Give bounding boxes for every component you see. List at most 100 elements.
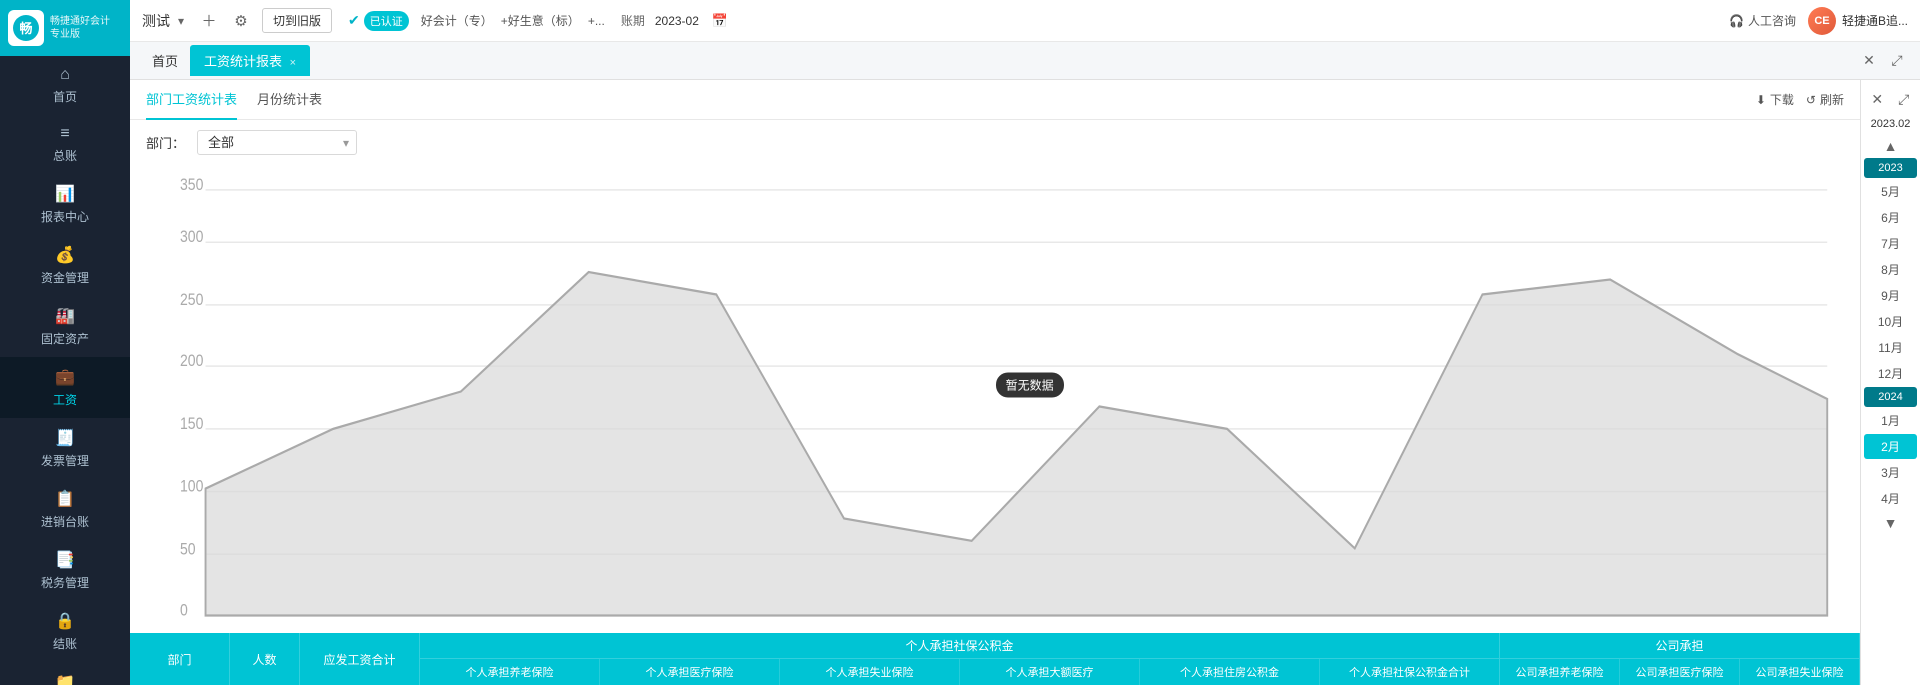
sidebar-item-salary[interactable]: 💼 工资 (0, 357, 130, 418)
certified-badge: 已认证 (364, 11, 409, 31)
home-icon: ⌂ (60, 66, 70, 84)
panel-expand-btn[interactable]: ⤢ (1894, 88, 1915, 110)
month-item-9[interactable]: 9月 (1864, 283, 1917, 308)
sidebar-item-label: 工资 (53, 391, 77, 408)
sidebar-item-label: 首页 (53, 88, 77, 105)
month-item-12[interactable]: 12月 (1864, 361, 1917, 386)
chart-svg: 0 50 100 150 200 250 300 350 (180, 175, 1840, 623)
main-content: 测试 ▾ ＋ ⚙ 切到旧版 ✔ 已认证 好会计（专） +好生意（标） +... … (130, 0, 1920, 685)
sidebar-item-label: 结账 (53, 635, 77, 652)
user-name: 轻捷通B追... (1842, 12, 1908, 29)
table-col-company-medical: 公司承担医疗保险 (1620, 659, 1740, 685)
table-col-department: 部门 (130, 633, 230, 685)
project-name: 测试 (142, 11, 170, 31)
svg-text:150: 150 (180, 415, 203, 433)
month-item-6[interactable]: 6月 (1864, 205, 1917, 230)
sidebar-item-assets[interactable]: 🏭 固定资产 (0, 296, 130, 357)
sidebar-item-label: 资金管理 (41, 269, 89, 286)
window-expand-btn[interactable]: ⤢ (1886, 50, 1908, 72)
department-label: 部门： (146, 133, 185, 152)
month-item-3[interactable]: 3月 (1864, 460, 1917, 485)
close-accounts-icon: 🔒 (55, 611, 75, 631)
sub-tab-department[interactable]: 部门工资统计表 (146, 80, 237, 120)
sidebar-logo: 畅 畅捷通好会计 专业版 (0, 0, 130, 56)
calendar-btn[interactable]: 📅 (707, 8, 733, 34)
download-icon: ⬇ (1756, 93, 1766, 107)
department-select[interactable]: 全部 (197, 130, 357, 155)
month-item-8[interactable]: 8月 (1864, 257, 1917, 282)
user-menu[interactable]: CE 轻捷通B追... (1808, 7, 1908, 35)
page-main: 部门工资统计表 月份统计表 ⬇ 下载 ↺ 刷新 部门： (130, 80, 1860, 685)
help-label: 人工咨询 (1748, 12, 1796, 29)
topbar-right: 🎧 人工咨询 CE 轻捷通B追... (1729, 7, 1908, 35)
month-item-10[interactable]: 10月 (1864, 309, 1917, 334)
right-panel: ✕ ⤢ 2023.02 ▲ 2023 5月 6月 7月 8月 9月 10月 11… (1860, 80, 1920, 685)
year-label-2024: 2024 (1864, 387, 1917, 407)
settings-btn[interactable]: ⚙ (228, 8, 254, 34)
table-col-social-fund-total: 个人承担社保公积金合计 (1320, 659, 1499, 685)
refresh-btn[interactable]: ↺ 刷新 (1806, 91, 1844, 108)
svg-text:50: 50 (180, 540, 196, 558)
table-group-company: 公司承担 公司承担养老保险 公司承担医疗保险 公司承担失业保险 (1500, 633, 1860, 685)
ledger-icon: ≡ (60, 125, 69, 143)
tab-bar: 首页 工资统计报表 × ✕ ⤢ (130, 42, 1920, 80)
tab-salary[interactable]: 工资统计报表 × (190, 45, 310, 76)
sidebar-item-archive[interactable]: 📁 归档管理 (0, 662, 130, 685)
svg-text:0: 0 (180, 602, 188, 620)
refresh-icon: ↺ (1806, 93, 1816, 107)
good-business-label: +好生意（标） (501, 12, 580, 29)
filter-bar: 部门： 全部 ▾ (130, 120, 1860, 165)
project-dropdown-btn[interactable]: ▾ (178, 14, 184, 28)
download-btn[interactable]: ⬇ 下载 (1756, 91, 1794, 108)
sidebar-item-invoice[interactable]: 🧾 发票管理 (0, 418, 130, 479)
sidebar-item-home[interactable]: ⌂ 首页 (0, 56, 130, 115)
funds-icon: 💰 (55, 245, 75, 265)
period-value: 2023-02 (655, 14, 699, 28)
user-avatar: CE (1808, 7, 1836, 35)
tab-close-btn[interactable]: × (290, 57, 296, 69)
chart-container: 0 50 100 150 200 250 300 350 (130, 165, 1860, 633)
salary-icon: 💼 (55, 367, 75, 387)
svg-text:300: 300 (180, 228, 203, 246)
date-nav-up-btn[interactable]: ▲ (1880, 134, 1902, 158)
month-item-5[interactable]: 5月 (1864, 179, 1917, 204)
month-item-2-active[interactable]: 2月 (1864, 434, 1917, 459)
table-col-unemployment: 个人承担失业保险 (780, 659, 960, 685)
sidebar-item-label: 固定资产 (41, 330, 89, 347)
sidebar: 畅 畅捷通好会计 专业版 ⌂ 首页 ≡ 总账 📊 报表中心 💰 资金管理 🏭 固… (0, 0, 130, 685)
sidebar-item-funds[interactable]: 💰 资金管理 (0, 235, 130, 296)
sub-tabs: 部门工资统计表 月份统计表 ⬇ 下载 ↺ 刷新 (130, 80, 1860, 120)
sub-tabs-right: ⬇ 下载 ↺ 刷新 (1756, 91, 1844, 108)
table-group-personal: 个人承担社保公积金 个人承担养老保险 个人承担医疗保险 个人承担失业保险 个人承… (420, 633, 1500, 685)
year-label-2023: 2023 (1864, 158, 1917, 178)
add-btn[interactable]: ＋ (196, 8, 222, 34)
sidebar-item-label: 总账 (53, 147, 77, 164)
svg-text:350: 350 (180, 176, 203, 194)
sub-tab-monthly[interactable]: 月份统计表 (257, 80, 322, 120)
help-btn[interactable]: 🎧 人工咨询 (1729, 12, 1796, 29)
window-close-btn[interactable]: ✕ (1858, 50, 1880, 72)
table-group-personal-subs: 个人承担养老保险 个人承担医疗保险 个人承担失业保险 个人承担大额医疗 个人承担… (420, 659, 1499, 685)
month-list: 2023 5月 6月 7月 8月 9月 10月 11月 12月 2024 1月 … (1861, 158, 1920, 511)
sidebar-item-close[interactable]: 🔒 结账 (0, 601, 130, 662)
sidebar-item-ledger[interactable]: ≡ 总账 (0, 115, 130, 174)
tab-home[interactable]: 首页 (142, 45, 188, 76)
table-col-pension: 个人承担养老保险 (420, 659, 600, 685)
month-item-7[interactable]: 7月 (1864, 231, 1917, 256)
switch-old-btn[interactable]: 切到旧版 (262, 8, 332, 33)
month-item-1[interactable]: 1月 (1864, 408, 1917, 433)
svg-text:200: 200 (180, 352, 203, 370)
window-controls: ✕ ⤢ (1858, 50, 1908, 72)
date-nav-down-btn[interactable]: ▼ (1880, 511, 1902, 535)
sidebar-item-label: 发票管理 (41, 452, 89, 469)
panel-close-btn[interactable]: ✕ (1867, 88, 1888, 110)
sidebar-item-sales[interactable]: 📋 进销台账 (0, 479, 130, 540)
help-icon: 🎧 (1729, 14, 1744, 28)
svg-text:畅: 畅 (19, 21, 32, 36)
more-label: +... (588, 14, 605, 28)
table-col-housing-fund: 个人承担住房公积金 (1140, 659, 1320, 685)
sidebar-item-reports[interactable]: 📊 报表中心 (0, 174, 130, 235)
sidebar-item-tax[interactable]: 📑 税务管理 (0, 540, 130, 601)
month-item-11[interactable]: 11月 (1864, 335, 1917, 360)
month-item-4[interactable]: 4月 (1864, 486, 1917, 511)
